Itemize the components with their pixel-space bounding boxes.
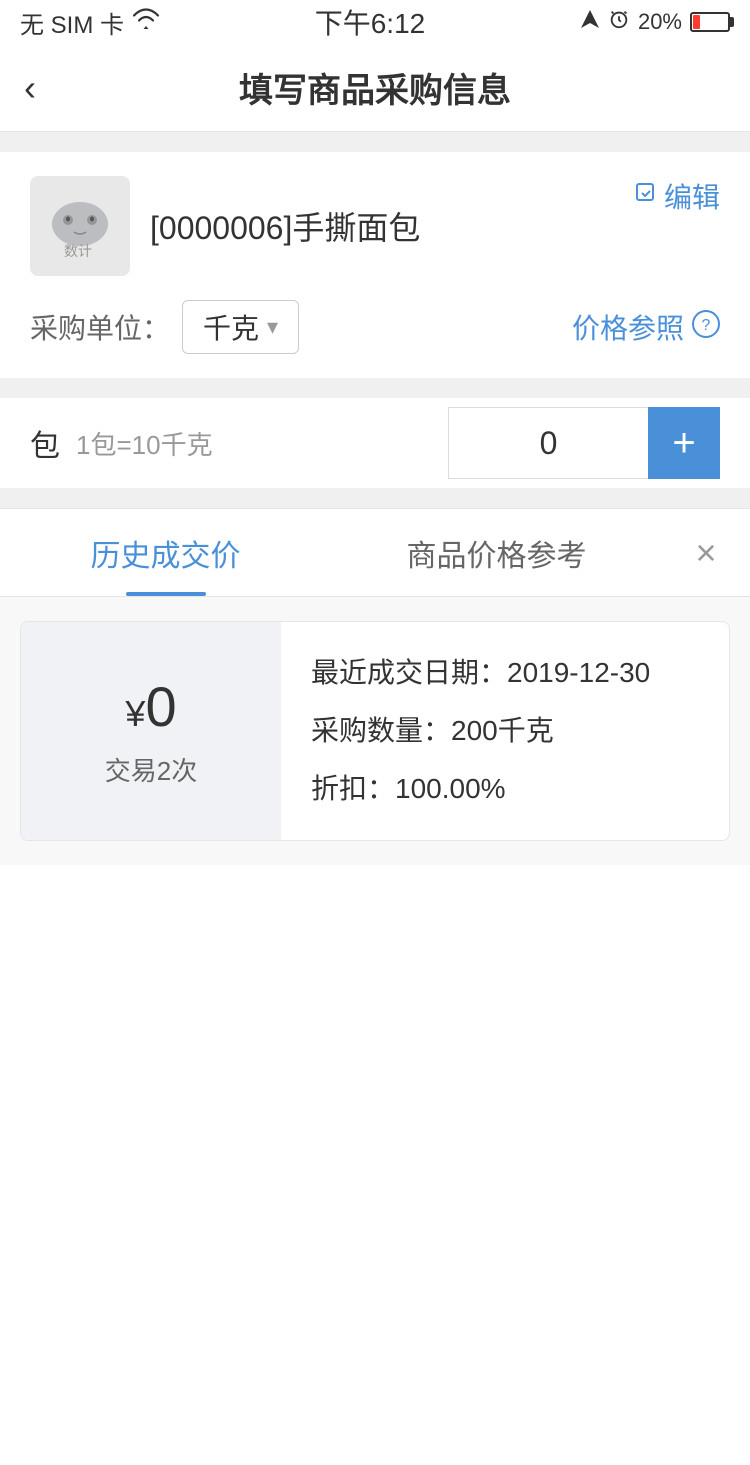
product-left: 数计 [0000006]手撕面包 (30, 176, 420, 276)
pencil-square-icon (634, 180, 658, 212)
tab-close-button[interactable]: × (662, 509, 750, 597)
price-reference-button[interactable]: 价格参照 ? (572, 307, 720, 347)
page-title: 填写商品采购信息 (239, 63, 511, 112)
product-header: 数计 [0000006]手撕面包 编辑 (30, 176, 720, 276)
back-button[interactable]: ‹ (24, 67, 36, 109)
history-price-value: ¥0 (125, 674, 176, 739)
tab-price-reference[interactable]: 商品价格参考 (331, 509, 662, 596)
unit-left: 采购单位： 千克 ▾ (30, 300, 299, 354)
navigation-icon (580, 9, 600, 35)
svg-text:数计: 数计 (64, 243, 92, 259)
history-details-panel: 最近成交日期：2019-12-30 采购数量：200千克 折扣：100.00% (281, 622, 729, 840)
quantity-input-group: + (448, 407, 720, 479)
recent-date-row: 最近成交日期：2019-12-30 (311, 652, 699, 694)
tab-bar: 历史成交价 商品价格参考 × (0, 509, 750, 597)
history-card: ¥0 交易2次 最近成交日期：2019-12-30 采购数量：200千克 折扣：… (20, 621, 730, 841)
product-unit-row: 采购单位： 千克 ▾ 价格参照 ? (30, 300, 720, 354)
status-bar: 无 SIM 卡 下午6:12 20% (0, 0, 750, 44)
quantity-plus-button[interactable]: + (648, 407, 720, 479)
battery-percent: 20% (638, 9, 682, 35)
alarm-icon (608, 8, 630, 36)
main-content-area (0, 865, 750, 1465)
quantity-input[interactable] (448, 407, 648, 479)
tab-active-indicator (126, 592, 206, 596)
purchase-qty-label: 采购数量： (311, 715, 451, 746)
battery-icon (690, 12, 730, 32)
edit-button[interactable]: 编辑 (634, 176, 720, 216)
product-card: 数计 [0000006]手撕面包 编辑 采购单位： 千克 ▾ 价格参照 ? (0, 152, 750, 378)
recent-date-value: 2019-12-30 (507, 657, 650, 688)
unit-select[interactable]: 千克 ▾ (182, 300, 299, 354)
purchase-qty-value: 200千克 (451, 715, 554, 746)
product-name: [0000006]手撕面包 (150, 203, 420, 249)
history-trades-count: 交易2次 (105, 751, 197, 788)
quantity-row: 包 1包=10千克 + (0, 398, 750, 488)
unit-conversion-label: 1包=10千克 (76, 425, 213, 462)
wifi-icon (132, 8, 160, 37)
svg-text:?: ? (702, 317, 711, 334)
unit-label: 采购单位： (30, 307, 170, 347)
tab-section: 历史成交价 商品价格参考 × ¥0 交易2次 最近成交日期：2019-12-30… (0, 508, 750, 1465)
currency-symbol: ¥ (125, 693, 145, 734)
status-bar-right: 20% (580, 8, 730, 36)
history-price-panel: ¥0 交易2次 (21, 622, 281, 840)
package-unit-label: 包 (30, 421, 60, 465)
discount-label: 折扣： (311, 773, 395, 804)
purchase-qty-row: 采购数量：200千克 (311, 710, 699, 752)
tab-history-price[interactable]: 历史成交价 (0, 509, 331, 596)
sim-label: 无 SIM 卡 (20, 5, 124, 40)
question-circle-icon: ? (692, 310, 720, 345)
discount-row: 折扣：100.00% (311, 768, 699, 810)
status-time: 下午6:12 (315, 2, 426, 42)
recent-date-label: 最近成交日期： (311, 657, 507, 688)
discount-value: 100.00% (395, 773, 506, 804)
chevron-down-icon: ▾ (267, 314, 278, 340)
product-thumbnail: 数计 (30, 176, 130, 276)
status-bar-left: 无 SIM 卡 (20, 5, 160, 40)
nav-bar: ‹ 填写商品采购信息 (0, 44, 750, 132)
divider (0, 378, 750, 398)
